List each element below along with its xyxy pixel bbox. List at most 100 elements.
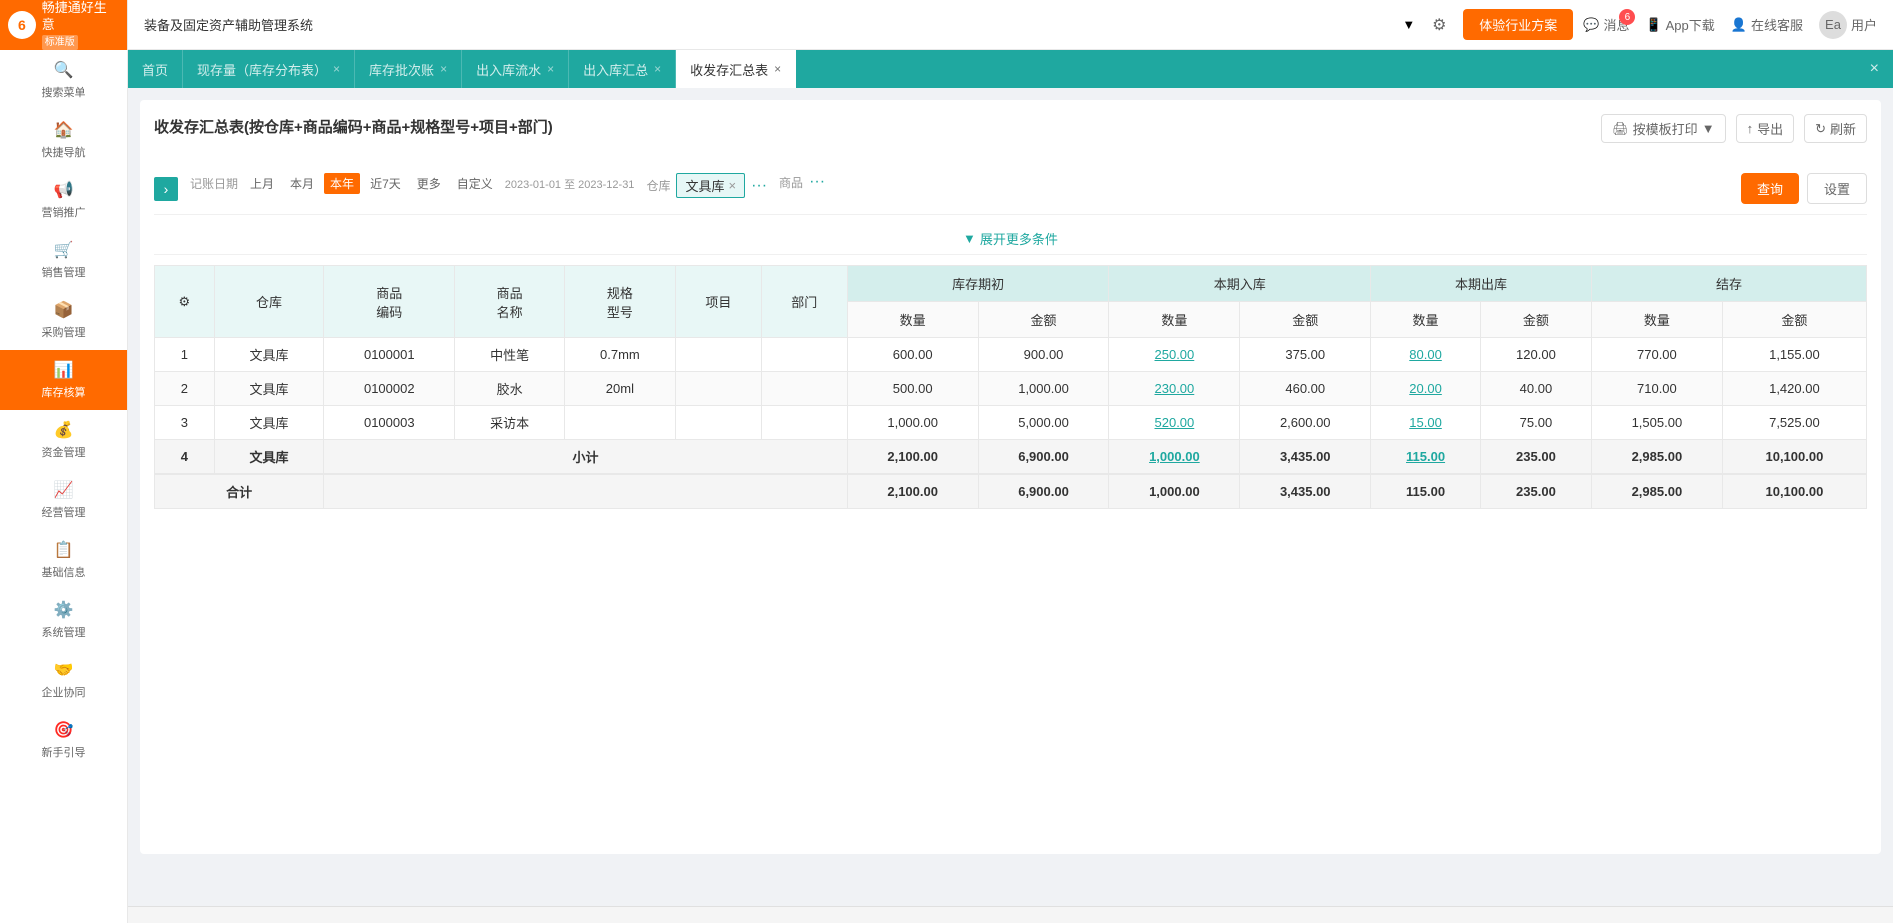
subtotal-opening-qty: 2,100.00 bbox=[847, 440, 978, 475]
sidebar-item-purchase[interactable]: 📦采购管理 bbox=[0, 290, 127, 350]
col-project-header: 项目 bbox=[675, 266, 761, 338]
tab-close-icon[interactable]: × bbox=[333, 62, 340, 76]
goods-filter-group: 商品 ··· bbox=[779, 173, 825, 191]
tab-close-icon[interactable]: × bbox=[547, 62, 554, 76]
refresh-button[interactable]: ↻ 刷新 bbox=[1804, 114, 1867, 143]
total-out-qty: 115.00 bbox=[1371, 474, 1481, 509]
sidebar-item-sales[interactable]: 🛒销售管理 bbox=[0, 230, 127, 290]
row-opening-qty: 1,000.00 bbox=[847, 406, 978, 440]
row-closing-qty: 710.00 bbox=[1591, 372, 1722, 406]
subtotal-in-qty[interactable]: 1,000.00 bbox=[1109, 440, 1240, 475]
date-btn-本年[interactable]: 本年 bbox=[324, 173, 360, 194]
col-warehouse-header: 仓库 bbox=[214, 266, 324, 338]
row-out-qty[interactable]: 80.00 bbox=[1371, 338, 1481, 372]
warehouse-filter-label: 仓库 bbox=[646, 177, 670, 194]
sidebar-item-search[interactable]: 🔍搜索菜单 bbox=[0, 50, 127, 110]
date-buttons: 上月本月本年近7天更多自定义 bbox=[244, 173, 499, 194]
row-goods-spec bbox=[564, 406, 675, 440]
app-download-action[interactable]: 📱 App下载 bbox=[1645, 15, 1714, 34]
tab-close-icon[interactable]: × bbox=[774, 62, 781, 76]
col-opening-amt-header: 金额 bbox=[978, 302, 1109, 338]
filter-toggle-button[interactable]: › bbox=[154, 177, 178, 201]
tab-库存批次账[interactable]: 库存批次账× bbox=[355, 50, 462, 88]
row-out-qty[interactable]: 15.00 bbox=[1371, 406, 1481, 440]
row-closing-amt: 1,155.00 bbox=[1722, 338, 1866, 372]
row-closing-qty: 1,505.00 bbox=[1591, 406, 1722, 440]
tab-首页[interactable]: 首页 bbox=[128, 50, 183, 88]
system-dropdown[interactable]: ▼ bbox=[1402, 17, 1415, 32]
col-opening-header: 库存期初 bbox=[847, 266, 1109, 302]
print-icon: 🖨 bbox=[1612, 121, 1629, 137]
subtotal-out-qty[interactable]: 115.00 bbox=[1371, 440, 1481, 475]
close-all-tabs-button[interactable]: × bbox=[1856, 60, 1893, 78]
total-opening-qty: 2,100.00 bbox=[847, 474, 978, 509]
sidebar-item-quick-nav[interactable]: 🏠快捷导航 bbox=[0, 110, 127, 170]
tab-close-icon[interactable]: × bbox=[440, 62, 447, 76]
messages-action[interactable]: 💬 消息 6 bbox=[1583, 15, 1629, 34]
col-closing-qty-header: 数量 bbox=[1591, 302, 1722, 338]
header-actions: 💬 消息 6 📱 App下载 👤 在线客服 Ea 用户 bbox=[1583, 11, 1877, 39]
settings-icon[interactable]: ⚙ bbox=[1425, 11, 1453, 39]
goods-more[interactable]: ··· bbox=[809, 173, 825, 191]
date-btn-本月[interactable]: 本月 bbox=[284, 173, 320, 194]
marketing-icon: 📢 bbox=[54, 180, 74, 200]
row-project bbox=[675, 372, 761, 406]
row-opening-amt: 1,000.00 bbox=[978, 372, 1109, 406]
query-button[interactable]: 查询 bbox=[1741, 173, 1799, 204]
total-label: 合计 bbox=[155, 474, 324, 509]
row-department bbox=[761, 372, 847, 406]
date-btn-上月[interactable]: 上月 bbox=[244, 173, 280, 194]
expand-more-bar[interactable]: ▼ 展开更多条件 bbox=[154, 223, 1867, 255]
col-in-qty-header: 数量 bbox=[1109, 302, 1240, 338]
date-range-label: 2023-01-01 至 2023-12-31 bbox=[505, 176, 635, 192]
sidebar: 6 畅捷通好生意 标准版 🔍搜索菜单🏠快捷导航📢营销推广🛒销售管理📦采购管理📊库… bbox=[0, 0, 128, 923]
sidebar-item-operations[interactable]: 📈经营管理 bbox=[0, 470, 127, 530]
row-in-qty[interactable]: 520.00 bbox=[1109, 406, 1240, 440]
row-in-amt: 460.00 bbox=[1240, 372, 1371, 406]
col-out-qty-header: 数量 bbox=[1371, 302, 1481, 338]
total-in-qty: 1,000.00 bbox=[1109, 474, 1240, 509]
print-button[interactable]: 🖨 按模板打印 ▼ bbox=[1601, 114, 1725, 143]
user-action[interactable]: Ea 用户 bbox=[1819, 11, 1877, 39]
messages-badge: 6 bbox=[1619, 9, 1635, 25]
row-in-qty[interactable]: 230.00 bbox=[1109, 372, 1240, 406]
warehouse-tag-close[interactable]: × bbox=[728, 178, 736, 193]
col-settings-header[interactable]: ⚙ bbox=[155, 266, 215, 338]
tab-收发存汇总表[interactable]: 收发存汇总表× bbox=[676, 50, 796, 88]
row-opening-amt: 5,000.00 bbox=[978, 406, 1109, 440]
row-goods-name: 采访本 bbox=[455, 406, 565, 440]
sidebar-item-inventory[interactable]: 📊库存核算 bbox=[0, 350, 127, 410]
date-btn-自定义[interactable]: 自定义 bbox=[451, 173, 499, 194]
online-service-action[interactable]: 👤 在线客服 bbox=[1731, 15, 1803, 34]
row-in-qty[interactable]: 250.00 bbox=[1109, 338, 1240, 372]
date-btn-更多[interactable]: 更多 bbox=[411, 173, 447, 194]
export-button[interactable]: ↑ 导出 bbox=[1736, 114, 1795, 143]
top-actions: 🖨 按模板打印 ▼ ↑ 导出 ↻ 刷新 bbox=[1601, 114, 1867, 143]
total-closing-qty: 2,985.00 bbox=[1591, 474, 1722, 509]
tab-出入库汇总[interactable]: 出入库汇总× bbox=[569, 50, 676, 88]
sidebar-item-enterprise[interactable]: 🤝企业协同 bbox=[0, 650, 127, 710]
basic-info-icon: 📋 bbox=[54, 540, 74, 560]
table-settings-button[interactable]: 设置 bbox=[1807, 173, 1867, 204]
sidebar-item-marketing[interactable]: 📢营销推广 bbox=[0, 170, 127, 230]
sidebar-item-basic-info[interactable]: 📋基础信息 bbox=[0, 530, 127, 590]
row-project bbox=[675, 338, 761, 372]
col-in-header: 本期入库 bbox=[1109, 266, 1371, 302]
row-in-amt: 375.00 bbox=[1240, 338, 1371, 372]
tab-现存量-库存分布表-[interactable]: 现存量（库存分布表）× bbox=[183, 50, 355, 88]
col-out-header: 本期出库 bbox=[1371, 266, 1592, 302]
row-goods-name: 胶水 bbox=[455, 372, 565, 406]
sidebar-item-finance[interactable]: 💰资金管理 bbox=[0, 410, 127, 470]
col-goods-code-header: 商品编码 bbox=[324, 266, 455, 338]
experience-button[interactable]: 体验行业方案 bbox=[1463, 9, 1573, 40]
row-opening-qty: 600.00 bbox=[847, 338, 978, 372]
content-area: 收发存汇总表(按仓库+商品编码+商品+规格型号+项目+部门) 🖨 按模板打印 ▼… bbox=[128, 88, 1893, 906]
tab-出入库流水[interactable]: 出入库流水× bbox=[462, 50, 569, 88]
sidebar-item-guide[interactable]: 🎯新手引导 bbox=[0, 710, 127, 770]
warehouse-more[interactable]: ··· bbox=[751, 177, 767, 195]
row-goods-spec: 0.7mm bbox=[564, 338, 675, 372]
sidebar-item-system[interactable]: ⚙️系统管理 bbox=[0, 590, 127, 650]
date-btn-近7天[interactable]: 近7天 bbox=[364, 173, 407, 194]
row-out-qty[interactable]: 20.00 bbox=[1371, 372, 1481, 406]
tab-close-icon[interactable]: × bbox=[654, 62, 661, 76]
